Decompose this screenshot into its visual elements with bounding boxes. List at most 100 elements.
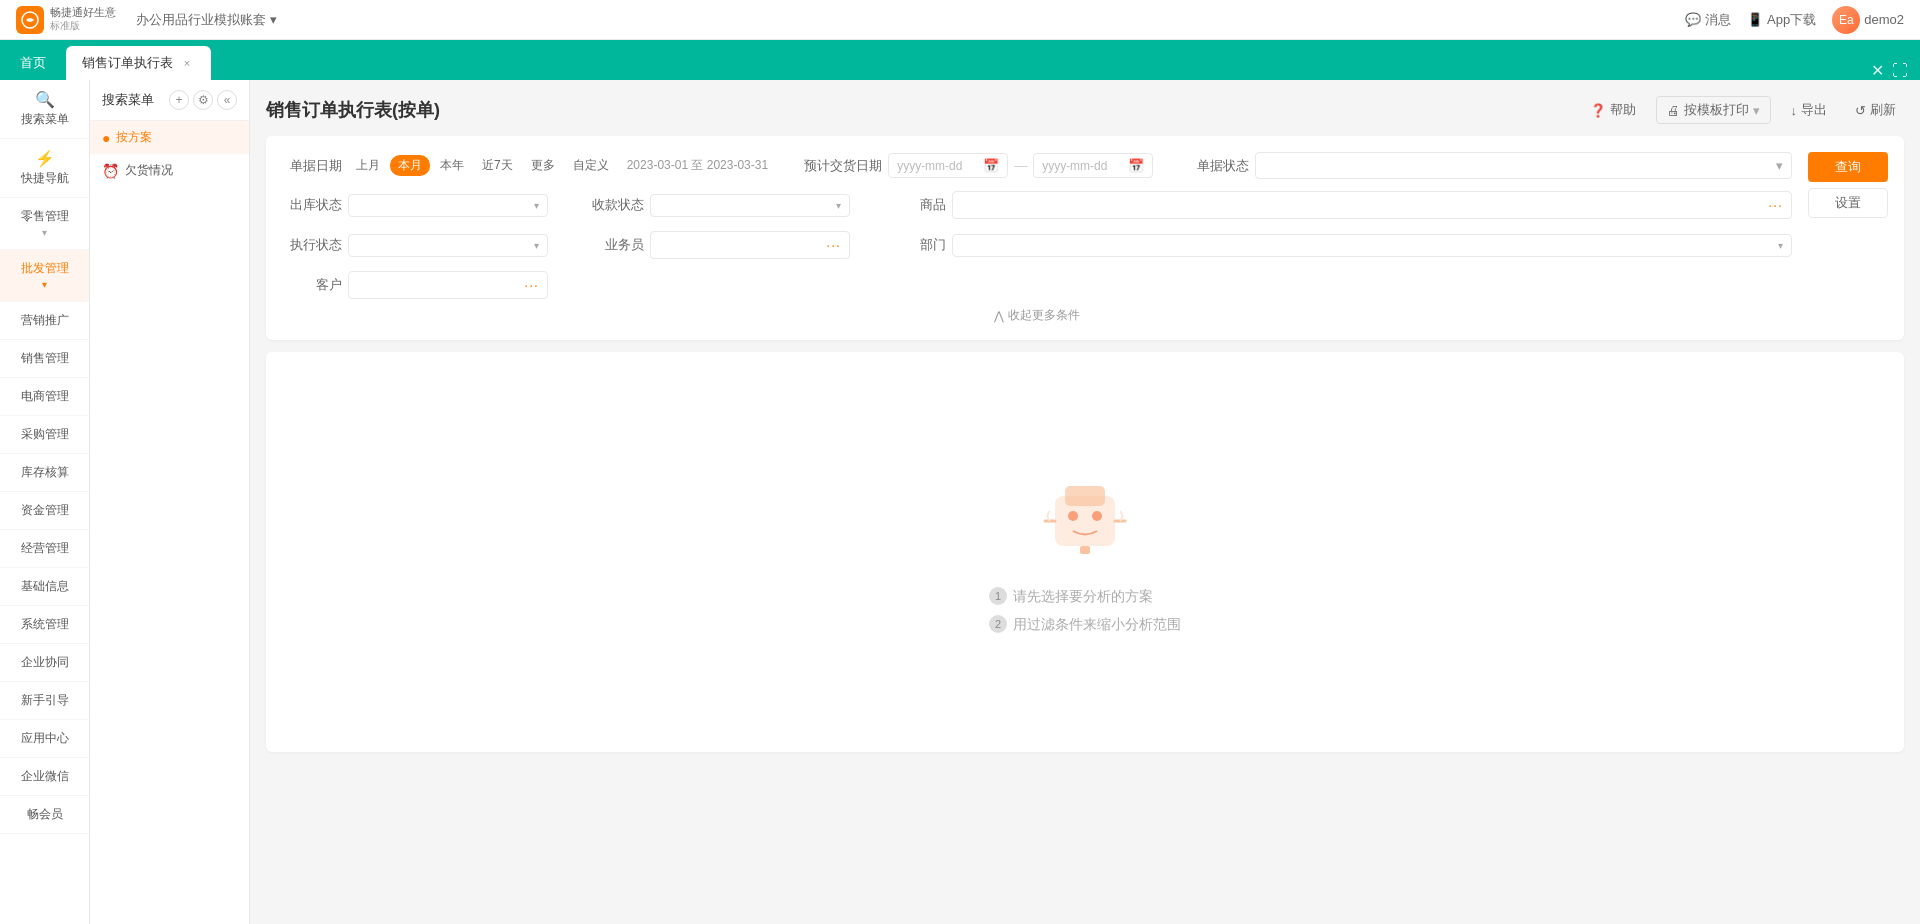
- salesperson-filter-label: 业务员: [584, 236, 644, 254]
- collapse-icon: «: [224, 93, 231, 107]
- company-name: 办公用品行业模拟账套: [136, 11, 266, 29]
- expected-date-end-input[interactable]: yyyy-mm-dd 📅: [1033, 153, 1153, 178]
- goods-select[interactable]: ···: [952, 191, 1792, 219]
- empty-tip-1-text: 请先选择要分析的方案: [1013, 582, 1153, 610]
- settings-button[interactable]: 设置: [1808, 188, 1888, 218]
- user-profile[interactable]: Ea demo2: [1832, 6, 1904, 34]
- tip-number-2: 2: [989, 615, 1007, 633]
- collapse-button[interactable]: ⋀ 收起更多条件: [282, 307, 1792, 324]
- sidebar-item-inventory[interactable]: 库存核算: [0, 454, 89, 492]
- sidebar-item-retail[interactable]: 零售管理 ▾: [0, 198, 89, 250]
- tab-close-button[interactable]: ×: [179, 55, 195, 71]
- salesperson-more-icon[interactable]: ···: [826, 237, 841, 253]
- sidebar-item-sales[interactable]: 销售管理: [0, 340, 89, 378]
- sidebar-item-wholesale[interactable]: 批发管理 ▾: [0, 250, 89, 302]
- tab-home[interactable]: 首页: [4, 46, 62, 80]
- sidebar-item-label-basic: 基础信息: [4, 578, 85, 595]
- page-title-bar: 销售订单执行表(按单) ❓ 帮助 🖨 按模板打印 ▾ ↓ 导出 ↺ 刷新: [266, 96, 1904, 124]
- sidebar-item-label-sales: 销售管理: [4, 350, 85, 367]
- warehouse-select[interactable]: ▾: [348, 194, 548, 217]
- warehouse-arrow-icon: ▾: [534, 200, 539, 211]
- svg-point-3: [1068, 511, 1078, 521]
- date-shortcut-this-month[interactable]: 本月: [390, 155, 430, 176]
- window-max-icon[interactable]: ⛶: [1892, 62, 1908, 80]
- sidebar-item-system[interactable]: 系统管理: [0, 606, 89, 644]
- goods-more-icon[interactable]: ···: [1768, 197, 1783, 213]
- sidebar-item-label-system: 系统管理: [4, 616, 85, 633]
- left-panel-add-button[interactable]: +: [169, 90, 189, 110]
- sidebar-item-purchase[interactable]: 采购管理: [0, 416, 89, 454]
- left-panel-item-by-scheme-label: 按方案: [116, 129, 152, 146]
- sidebar-item-basic[interactable]: 基础信息: [0, 568, 89, 606]
- sidebar-item-label-search: 搜索菜单: [4, 111, 85, 128]
- left-panel-settings-button[interactable]: ⚙: [193, 90, 213, 110]
- status-select-arrow: ▾: [1776, 158, 1783, 173]
- refresh-label: 刷新: [1870, 101, 1896, 119]
- date-range-text: 2023-03-01 至 2023-03-31: [627, 157, 768, 174]
- settings-icon: ⚙: [198, 93, 209, 107]
- app-logo-icon: [16, 6, 44, 34]
- tab-sales-order[interactable]: 销售订单执行表 ×: [66, 46, 211, 80]
- left-panel-title: 搜索菜单: [102, 91, 154, 109]
- help-button[interactable]: ❓ 帮助: [1582, 97, 1644, 123]
- app-download-label: App下载: [1767, 11, 1816, 29]
- filter-main: 单据日期 上月 本月 本年 近7天 更多 自定义 2023-03-01 至 20…: [282, 152, 1792, 324]
- result-card: 1 请先选择要分析的方案 2 用过滤条件来缩小分析范围: [266, 352, 1904, 752]
- left-panel-item-owe-info[interactable]: ⏰ 欠货情况: [90, 154, 249, 187]
- sidebar-item-label-quicknav: 快捷导航: [4, 170, 85, 187]
- exec-select[interactable]: ▾: [348, 234, 548, 257]
- sidebar-item-ecommerce[interactable]: 电商管理: [0, 378, 89, 416]
- sidebar-item-finance[interactable]: 资金管理: [0, 492, 89, 530]
- left-panel-item-by-scheme[interactable]: ● 按方案: [90, 121, 249, 154]
- collapse-section: ⋀ 收起更多条件: [282, 307, 1792, 324]
- customer-select[interactable]: ···: [348, 271, 548, 299]
- export-label: 导出: [1801, 101, 1827, 119]
- left-panel: 搜索菜单 + ⚙ « ● 按方案 ⏰ 欠货情况: [90, 80, 250, 924]
- sidebar-item-apps[interactable]: 应用中心: [0, 720, 89, 758]
- sidebar-item-label-ecommerce: 电商管理: [4, 388, 85, 405]
- payment-select[interactable]: ▾: [650, 194, 850, 217]
- refresh-button[interactable]: ↺ 刷新: [1847, 97, 1904, 123]
- sidebar-item-label-wholesale: 批发管理: [4, 260, 85, 277]
- salesperson-select[interactable]: ···: [650, 231, 850, 259]
- sidebar-item-member[interactable]: 畅会员: [0, 796, 89, 834]
- sidebar-item-search[interactable]: 🔍 搜索菜单: [0, 80, 89, 139]
- sidebar-item-enterprise[interactable]: 企业协同: [0, 644, 89, 682]
- company-selector[interactable]: 办公用品行业模拟账套 ▾: [136, 11, 277, 29]
- sidebar-item-wechat[interactable]: 企业微信: [0, 758, 89, 796]
- sidebar-item-label-retail: 零售管理: [4, 208, 85, 225]
- sidebar-item-newbie[interactable]: 新手引导: [0, 682, 89, 720]
- date-shortcut-more[interactable]: 更多: [523, 155, 563, 176]
- customer-more-icon[interactable]: ···: [524, 277, 539, 293]
- calendar-end-icon[interactable]: 📅: [1128, 158, 1144, 173]
- calendar-start-icon[interactable]: 📅: [983, 158, 999, 173]
- sidebar-item-operations[interactable]: 经营管理: [0, 530, 89, 568]
- app-download-button[interactable]: 📱 App下载: [1747, 11, 1816, 29]
- window-close-icon[interactable]: ✕: [1871, 61, 1884, 80]
- filter-actions: 查询 设置: [1808, 152, 1888, 218]
- expected-date-start-input[interactable]: yyyy-mm-dd 📅: [888, 153, 1008, 178]
- sidebar-item-quicknav[interactable]: ⚡ 快捷导航: [0, 139, 89, 198]
- date-shortcut-this-year[interactable]: 本年: [432, 155, 472, 176]
- date-shortcut-custom[interactable]: 自定义: [565, 155, 617, 176]
- svg-rect-2: [1065, 486, 1105, 506]
- filter-row-1: 单据日期 上月 本月 本年 近7天 更多 自定义 2023-03-01 至 20…: [282, 152, 1792, 179]
- sidebar-item-marketing[interactable]: 营销推广: [0, 302, 89, 340]
- print-button[interactable]: 🖨 按模板打印 ▾: [1656, 96, 1771, 124]
- download-icon: 📱: [1747, 12, 1763, 27]
- nav-tabs: 首页 销售订单执行表 × ✕ ⛶: [0, 40, 1920, 80]
- filter-row-4: 客户 ···: [282, 271, 1792, 299]
- date-shortcut-7days[interactable]: 近7天: [474, 155, 521, 176]
- dept-select[interactable]: ▾: [952, 234, 1792, 257]
- date-separator: —: [1014, 158, 1027, 173]
- left-panel-collapse-button[interactable]: «: [217, 90, 237, 110]
- left-panel-item-owe-info-label: 欠货情况: [125, 162, 173, 179]
- export-button[interactable]: ↓ 导出: [1783, 97, 1836, 123]
- messages-button[interactable]: 💬 消息: [1685, 11, 1731, 29]
- add-icon: +: [175, 93, 182, 107]
- query-button[interactable]: 查询: [1808, 152, 1888, 182]
- exec-filter-group: 执行状态 ▾: [282, 234, 548, 257]
- empty-tip-2-text: 用过滤条件来缩小分析范围: [1013, 610, 1181, 638]
- date-shortcut-last-month[interactable]: 上月: [348, 155, 388, 176]
- status-select[interactable]: ▾: [1255, 152, 1792, 179]
